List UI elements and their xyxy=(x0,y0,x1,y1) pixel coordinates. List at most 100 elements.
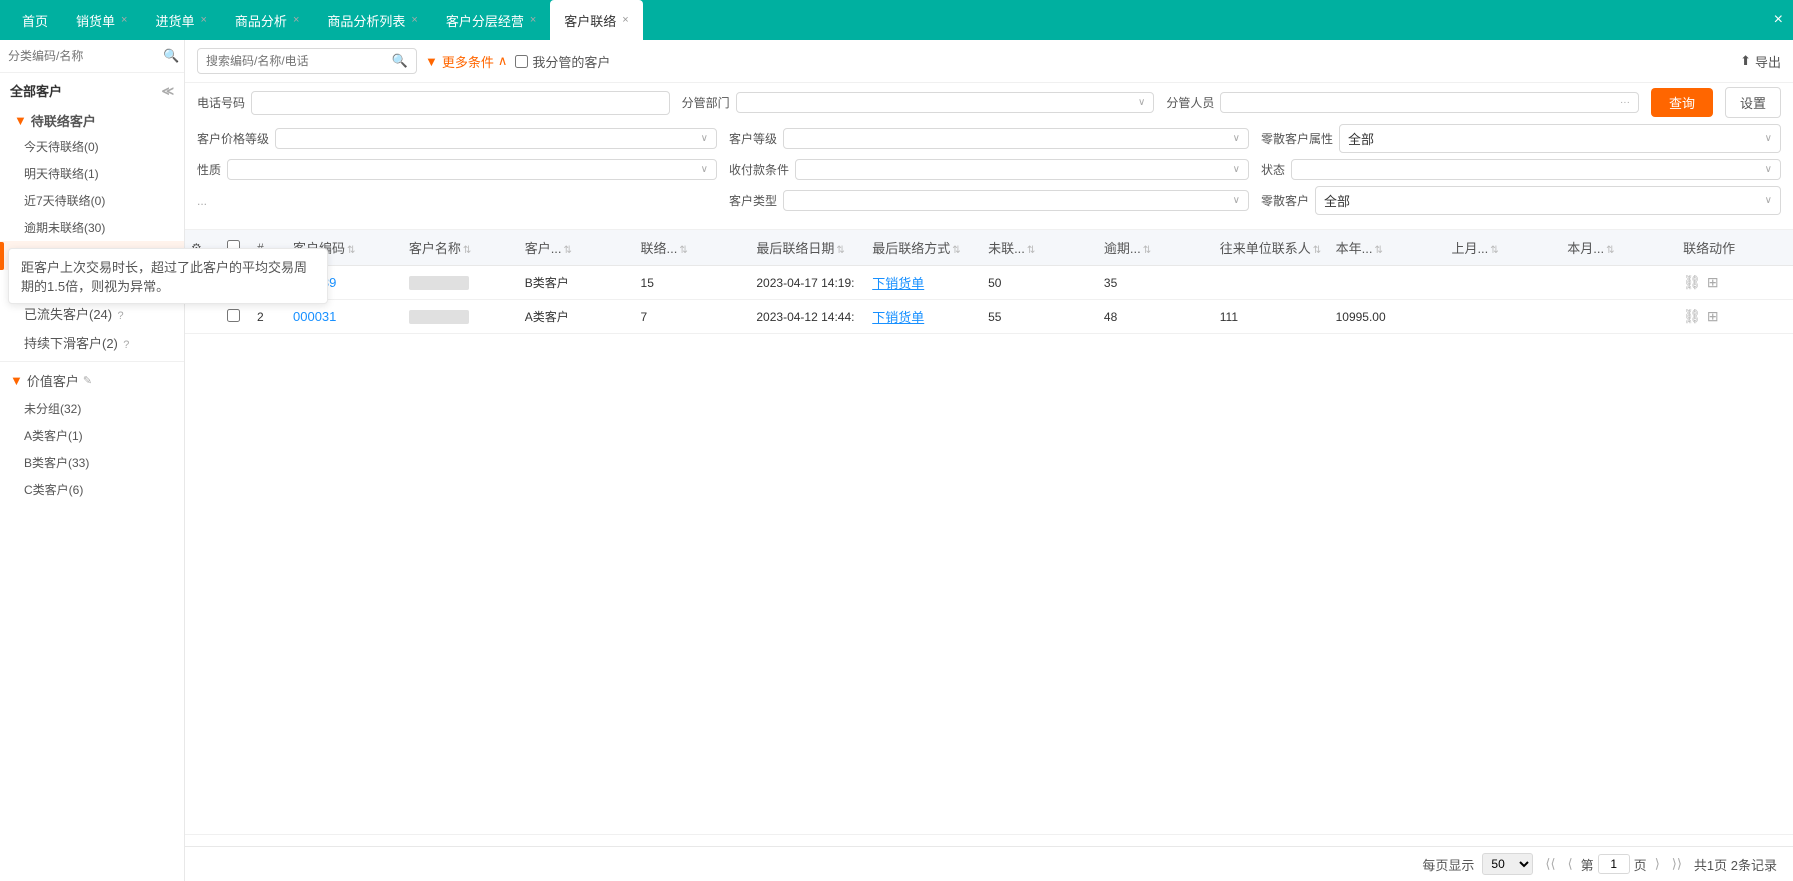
more-filter-btn[interactable]: ... xyxy=(197,194,207,208)
col-this-year[interactable]: 本年...⇅ xyxy=(1330,230,1446,266)
sidebar-item-tomorrow[interactable]: 明天待联络(1) xyxy=(0,160,184,187)
gender-select[interactable]: ∨ xyxy=(227,159,717,180)
last-page-btn[interactable]: ⟩⟩ xyxy=(1668,854,1686,874)
customer-type-select[interactable]: ∨ xyxy=(783,190,1249,211)
declining-row[interactable]: 持续下滑客户(2) ? xyxy=(0,328,184,357)
sort-icon: ⇅ xyxy=(347,245,355,256)
chevron-down-icon: ∨ xyxy=(1765,133,1772,144)
filter-row-3: 性质 ∨ 收付款条件 ∨ 状态 xyxy=(197,159,1781,180)
status-select[interactable]: ∨ xyxy=(1291,159,1781,180)
query-button[interactable]: 查询 xyxy=(1651,88,1713,117)
col-name[interactable]: 客户名称⇅ xyxy=(403,230,519,266)
all-customers-header[interactable]: 全部客户 ≪ xyxy=(0,73,184,106)
cell-name[interactable] xyxy=(403,266,519,300)
nav-customer-contact[interactable]: 客户联络 × xyxy=(550,0,642,40)
chevron-down-icon: ∨ xyxy=(1138,97,1145,108)
sidebar-item-overdue[interactable]: 逾期未联络(30) xyxy=(0,214,184,241)
sidebar-item-today[interactable]: 今天待联络(0) xyxy=(0,133,184,160)
sidebar-item-a-class[interactable]: A类客户(1) xyxy=(0,422,184,449)
cell-unit-contact: 111 xyxy=(1214,300,1330,334)
next-page-btn[interactable]: ⟩ xyxy=(1651,854,1664,874)
sidebar-item-ungroup[interactable]: 未分组(32) xyxy=(0,395,184,422)
sidebar-item-7days[interactable]: 近7天待联络(0) xyxy=(0,187,184,214)
dept-select[interactable]: ∨ xyxy=(736,92,1155,113)
nav-purchase[interactable]: 进货单 × xyxy=(141,0,220,40)
first-page-btn[interactable]: ⟨⟨ xyxy=(1541,854,1559,874)
page-size-select[interactable]: 50 20 100 xyxy=(1482,853,1533,875)
price-grade-select[interactable]: ∨ xyxy=(275,128,717,149)
cell-this-year: 10995.00 xyxy=(1330,300,1446,334)
export-icon: ⬆ xyxy=(1740,53,1751,69)
sidebar-search-box[interactable]: 🔍 xyxy=(0,40,184,73)
nav-sales[interactable]: 销货单 × xyxy=(62,0,141,40)
col-unit-contact[interactable]: 往来单位联系人⇅ xyxy=(1214,230,1330,266)
page-number-input[interactable] xyxy=(1598,854,1630,874)
col-last-contact-date[interactable]: 最后联络日期⇅ xyxy=(750,230,866,266)
col-contact-count[interactable]: 联络...⇅ xyxy=(635,230,751,266)
payment-select[interactable]: ∨ xyxy=(795,159,1249,180)
cell-unlink-days: 55 xyxy=(982,300,1098,334)
close-icon[interactable]: × xyxy=(293,14,299,26)
table-header-row: ⚙ # 客户编码⇅ 客户名称⇅ 客户...⇅ 联络...⇅ 最后联络日期⇅ 最后… xyxy=(185,230,1793,266)
phone-input[interactable] xyxy=(251,91,670,115)
col-last-contact-way[interactable]: 最后联络方式⇅ xyxy=(866,230,982,266)
cell-action: ⛓ ⊞ xyxy=(1677,300,1793,334)
retail-attr-select[interactable]: 全部 ∨ xyxy=(1339,124,1781,153)
col-this-month[interactable]: 本月...⇅ xyxy=(1561,230,1677,266)
close-icon[interactable]: × xyxy=(530,14,536,26)
edit-icon[interactable]: ✎ xyxy=(83,374,92,387)
cell-last-month xyxy=(1445,266,1561,300)
link-action-icon[interactable]: ⛓ xyxy=(1683,308,1701,325)
window-close-icon[interactable]: × xyxy=(1774,11,1783,29)
nav-goods-analysis[interactable]: 商品分析 × xyxy=(221,0,313,40)
grid-action-icon[interactable]: ⊞ xyxy=(1707,308,1719,325)
value-group-title[interactable]: ▼ 价值客户 ✎ xyxy=(0,366,184,395)
link-action-icon[interactable]: ⛓ xyxy=(1683,274,1701,291)
col-customer-type[interactable]: 客户...⇅ xyxy=(519,230,635,266)
more-conditions-btn[interactable]: ▼ 更多条件 ∧ xyxy=(425,52,507,71)
col-overdue[interactable]: 逾期...⇅ xyxy=(1098,230,1214,266)
cell-last-contact-way[interactable]: 下销货单 xyxy=(866,266,982,300)
grid-action-icon[interactable]: ⊞ xyxy=(1707,274,1719,291)
cell-name[interactable] xyxy=(403,300,519,334)
category-search-input[interactable] xyxy=(8,49,163,63)
cell-customer-type: B类客户 xyxy=(519,266,635,300)
export-button[interactable]: ⬆ 导出 xyxy=(1740,52,1781,71)
my-customers-checkbox[interactable] xyxy=(515,55,528,68)
sidebar-item-b-class[interactable]: B类客户(33) xyxy=(0,449,184,476)
cell-last-contact-way[interactable]: 下销货单 xyxy=(866,300,982,334)
search-box[interactable]: 🔍 xyxy=(197,48,417,74)
col-unlink-days[interactable]: 未联...⇅ xyxy=(982,230,1098,266)
manager-select[interactable]: ··· xyxy=(1220,92,1639,113)
advanced-filter: 电话号码 分管部门 ∨ 分管人员 ··· 查 xyxy=(185,83,1793,230)
pending-group-title[interactable]: ▼ 待联络客户 xyxy=(0,106,184,133)
close-icon[interactable]: × xyxy=(411,14,417,26)
close-icon[interactable]: × xyxy=(622,14,628,26)
customer-grade-select[interactable]: ∨ xyxy=(783,128,1249,149)
price-grade-field: 客户价格等级 ∨ xyxy=(197,128,717,149)
sort-icon: ⇅ xyxy=(1313,245,1321,256)
nav-home[interactable]: 首页 xyxy=(8,0,62,40)
cell-last-contact-date: 2023-04-17 14:19: xyxy=(750,266,866,300)
retail-customer-select[interactable]: 全部 ∨ xyxy=(1315,186,1781,215)
sidebar-item-c-class[interactable]: C类客户(6) xyxy=(0,476,184,503)
tooltip-box: 距客户上次交易时长，超过了此客户的平均交易周期的1.5倍，则视为异常。 xyxy=(8,248,184,304)
row-checkbox[interactable] xyxy=(227,309,240,322)
prev-page-btn[interactable]: ⟨ xyxy=(1564,854,1577,874)
cell-code[interactable]: 000031 xyxy=(287,300,403,334)
horizontal-scrollbar[interactable] xyxy=(185,834,1793,846)
declining-item[interactable]: 持续下滑客户(2) ? xyxy=(0,328,184,357)
settings-button[interactable]: 设置 xyxy=(1725,87,1781,118)
nav-goods-analysis-list[interactable]: 商品分析列表 × xyxy=(313,0,431,40)
col-last-month[interactable]: 上月...⇅ xyxy=(1445,230,1561,266)
sort-icon: ⇅ xyxy=(1143,245,1151,256)
close-icon[interactable]: × xyxy=(200,14,206,26)
cell-check[interactable] xyxy=(221,300,251,334)
sort-icon: ⇅ xyxy=(564,245,572,256)
my-customers-toggle[interactable]: 我分管的客户 xyxy=(515,52,610,71)
search-input[interactable] xyxy=(206,54,392,68)
top-nav: 首页 销货单 × 进货单 × 商品分析 × 商品分析列表 × 客户分层经营 × … xyxy=(0,0,1793,40)
nav-customer-segment[interactable]: 客户分层经营 × xyxy=(432,0,550,40)
close-icon[interactable]: × xyxy=(121,14,127,26)
search-icon: 🔍 xyxy=(392,53,408,69)
